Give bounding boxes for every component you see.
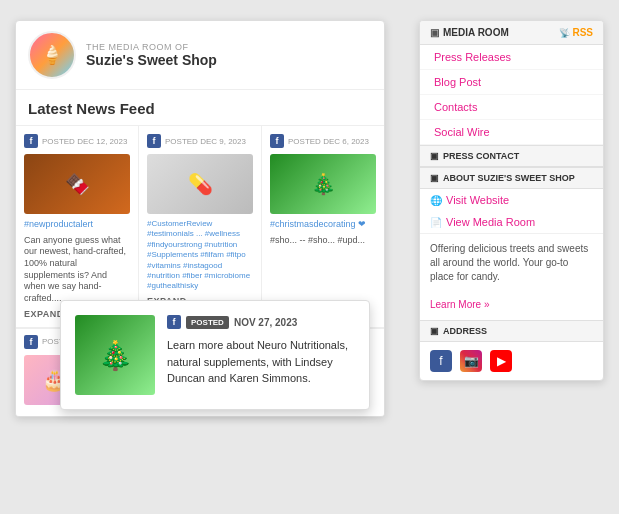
nav-press-releases[interactable]: Press Releases: [420, 45, 603, 70]
post-date-2: POSTED DEC 9, 2023: [165, 137, 246, 146]
youtube-social-icon[interactable]: ▶: [490, 350, 512, 372]
sidebar: ▣ MEDIA ROOM 📡 RSS Press Releases Blog P…: [419, 20, 604, 381]
post-tags-2: #CustomerReview #testimonials ... #welln…: [147, 219, 253, 292]
nav-blog-post[interactable]: Blog Post: [420, 70, 603, 95]
press-contact-section: ▣ PRESS CONTACT: [420, 145, 603, 167]
address-title: ▣ ADDRESS: [430, 326, 593, 336]
document-icon: 📄: [430, 217, 442, 228]
feed-item-1: f POSTED DEC 12, 2023 🍫 #newproductalert…: [16, 126, 138, 327]
social-icons-row: f 📷 ▶: [420, 342, 603, 380]
visit-website-label: Visit Website: [446, 194, 509, 206]
brand-logo: 🍦: [28, 31, 76, 79]
post-header-3: f POSTED DEC 6, 2023: [270, 134, 376, 148]
popup-date: NOV 27, 2023: [234, 317, 297, 328]
rss-icon: 📡: [559, 28, 570, 38]
about-section: ▣ ABOUT SUZIE'S SWEET SHOP: [420, 167, 603, 189]
learn-more-link[interactable]: Learn More »: [430, 299, 489, 310]
facebook-icon-2: f: [147, 134, 161, 148]
rss-link[interactable]: 📡 RSS: [559, 27, 593, 38]
post-image-3: 🎄: [270, 154, 376, 214]
facebook-icon-1: f: [24, 134, 38, 148]
view-media-room-label: View Media Room: [446, 216, 535, 228]
post-image-2: 💊: [147, 154, 253, 214]
popup-text: Learn more about Neuro Nutritionals, nat…: [167, 337, 355, 387]
address-section: ▣ ADDRESS: [420, 320, 603, 342]
popup-card: 🎄 f POSTED NOV 27, 2023 Learn more about…: [60, 300, 370, 410]
nav-social-wire[interactable]: Social Wire: [420, 120, 603, 145]
press-contact-icon: ▣: [430, 151, 439, 161]
sidebar-media-room-header: ▣ MEDIA ROOM 📡 RSS: [420, 21, 603, 45]
instagram-social-icon[interactable]: 📷: [460, 350, 482, 372]
media-room-label: THE MEDIA ROOM OF: [86, 42, 217, 52]
post-tag-1: #newproductalert: [24, 219, 130, 231]
facebook-icon-3: f: [270, 134, 284, 148]
brand-header: 🍦 THE MEDIA ROOM OF Suzie's Sweet Shop: [16, 21, 384, 90]
post-tag-3: #christmasdecorating ❤: [270, 219, 376, 231]
post-header-1: f POSTED DEC 12, 2023: [24, 134, 130, 148]
news-feed-title: Latest News Feed: [16, 90, 384, 126]
about-icon: ▣: [430, 173, 439, 183]
globe-icon: 🌐: [430, 195, 442, 206]
press-contact-title: ▣ PRESS CONTACT: [430, 151, 593, 161]
about-title: ▣ ABOUT SUZIE'S SWEET SHOP: [430, 173, 593, 183]
address-icon: ▣: [430, 326, 439, 336]
post-image-1: 🍫: [24, 154, 130, 214]
logo-emoji: 🍦: [41, 44, 63, 66]
popup-image: 🎄: [75, 315, 155, 395]
post-body-1: Can anyone guess what our newest, hand-c…: [24, 235, 130, 305]
posted-badge: POSTED: [186, 316, 229, 329]
feed-item-3: f POSTED DEC 6, 2023 🎄 #christmasdecorat…: [262, 126, 384, 327]
post-date-3: POSTED DEC 6, 2023: [288, 137, 369, 146]
post-header-2: f POSTED DEC 9, 2023: [147, 134, 253, 148]
post-date-1: POSTED DEC 12, 2023: [42, 137, 127, 146]
popup-content: f POSTED NOV 27, 2023 Learn more about N…: [167, 315, 355, 395]
post-body-3: #sho... -- #sho... #upd...: [270, 235, 376, 247]
view-media-room-link[interactable]: 📄 View Media Room: [420, 211, 603, 233]
description-text: Offering delicious treets and sweets all…: [430, 243, 588, 282]
nav-contacts[interactable]: Contacts: [420, 95, 603, 120]
sidebar-description: Offering delicious treets and sweets all…: [420, 233, 603, 320]
popup-header: f POSTED NOV 27, 2023: [167, 315, 355, 329]
feed-item-2: f POSTED DEC 9, 2023 💊 #CustomerReview #…: [139, 126, 261, 327]
sidebar-title: ▣ MEDIA ROOM: [430, 27, 509, 38]
popup-fb-icon: f: [167, 315, 181, 329]
brand-name: Suzie's Sweet Shop: [86, 52, 217, 68]
visit-website-link[interactable]: 🌐 Visit Website: [420, 189, 603, 211]
facebook-icon-bottom: f: [24, 335, 38, 349]
media-room-icon: ▣: [430, 27, 439, 38]
brand-info: THE MEDIA ROOM OF Suzie's Sweet Shop: [86, 42, 217, 68]
facebook-social-icon[interactable]: f: [430, 350, 452, 372]
